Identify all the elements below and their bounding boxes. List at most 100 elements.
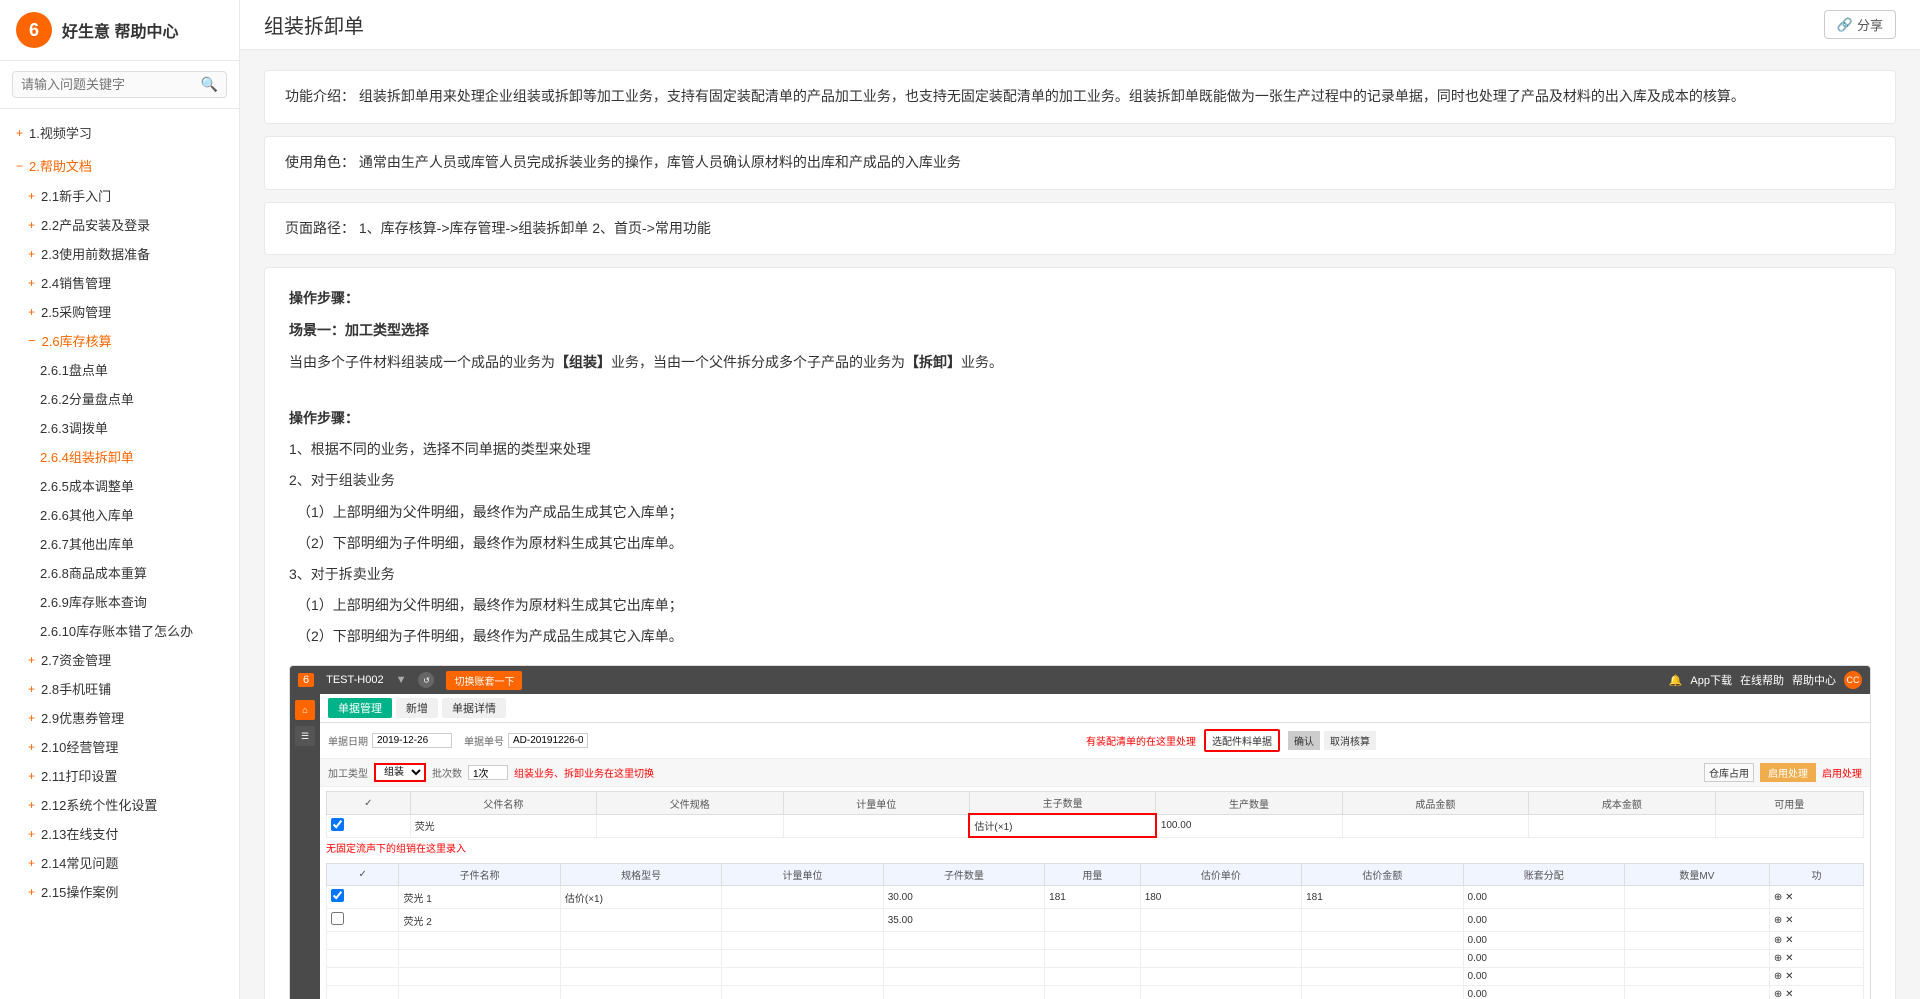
nav-item-261[interactable]: 2.6.1盘点单 <box>0 355 239 384</box>
sim-helpcenter-link[interactable]: 帮助中心 <box>1792 672 1836 688</box>
nav-sub-group-inventory[interactable]: − 2.6库存核算 <box>0 326 239 355</box>
nav-sub-coupon-label: 2.9优惠券管理 <box>41 708 124 727</box>
steps-main-title: 操作步骤： <box>289 288 1871 308</box>
sim-col-parent-name: 父件名称 <box>410 792 596 815</box>
path-block: 页面路径： 1、库存核算->库存管理->组装拆卸单 2、首页->常用功能 <box>264 202 1896 256</box>
sim-col-child-spec: 规格型号 <box>560 864 721 886</box>
nav-sub-group-funds[interactable]: + 2.7资金管理 <box>0 645 239 674</box>
sim-no-input[interactable] <box>508 733 588 748</box>
nav-sub-group-newcomer[interactable]: + 2.1新手入门 <box>0 181 239 210</box>
sim-col-qty: 主子数量 <box>969 792 1155 815</box>
nav-sub-group-data[interactable]: + 2.3使用前数据准备 <box>0 239 239 268</box>
logo-area: 6 好生意 帮助中心 <box>0 0 239 61</box>
sim-annotation2-btn[interactable]: 选配件料单据 <box>1204 729 1280 752</box>
nav-group-docs: − 2.帮助文档 + 2.1新手入门 + 2.2产品安装及登录 + 2.3使用前… <box>0 150 239 906</box>
sim-enable-btn[interactable]: 启用处理 <box>1760 763 1816 782</box>
main-area: 组装拆卸单 🔗 分享 功能介绍： 组装拆卸单用来处理企业组装或拆卸等加工业务，支… <box>240 0 1920 999</box>
nav-item-264[interactable]: 2.6.4组装拆卸单 <box>0 442 239 471</box>
nav-item-263[interactable]: 2.6.3调拨单 <box>0 413 239 442</box>
sim-topbar: 6 TEST-H002 ▼ ↺ 切换账套一下 🔔 App下载 在线帮助 帮助中心… <box>290 666 1870 694</box>
nav-sub-group-faq[interactable]: + 2.14常见问题 <box>0 848 239 877</box>
sim-nav-icon[interactable]: ☰ <box>295 726 315 746</box>
sim-col-check2: ✓ <box>327 864 399 886</box>
sim-tab-detail[interactable]: 单据详情 <box>442 698 506 718</box>
nav-sub-data-label: 2.3使用前数据准备 <box>41 244 150 263</box>
sim-help-link[interactable]: 在线帮助 <box>1740 672 1784 688</box>
step2-sub1: （1）上部明细为父件明细，最终作为产成品生成其它入库单； <box>289 500 1871 525</box>
nav-item-266[interactable]: 2.6.6其他入库单 <box>0 500 239 529</box>
sim-cell-parent-name: 荧光 <box>410 814 596 837</box>
nav-sub-install-label: 2.2产品安装及登录 <box>41 215 150 234</box>
nav-sub-inventory-label: 2.6库存核算 <box>42 331 112 350</box>
sim-col-mv: 数量MV <box>1624 864 1769 886</box>
share-button[interactable]: 🔗 分享 <box>1824 10 1896 39</box>
nav-item-262[interactable]: 2.6.2分量盘点单 <box>0 384 239 413</box>
sim-col-unit: 计量单位 <box>783 792 969 815</box>
sim-switch-btn[interactable]: 切换账套一下 <box>446 671 522 690</box>
sim-app-link[interactable]: App下载 <box>1690 672 1732 688</box>
sim-no-label: 单据单号 <box>464 733 504 748</box>
sim-company: TEST-H002 <box>326 674 383 686</box>
nav-sub-group-payment[interactable]: + 2.13在线支付 <box>0 819 239 848</box>
nav-item-2610[interactable]: 2.6.10库存账本错了怎么办 <box>0 616 239 645</box>
sim-type-select[interactable]: 组装 拆卸 <box>374 763 426 782</box>
nav-sub-newcomer-label: 2.1新手入门 <box>41 186 111 205</box>
sim-batch-label: 批次数 <box>432 765 462 780</box>
nav-sub-group-coupon[interactable]: + 2.9优惠券管理 <box>0 703 239 732</box>
plus-icon-7: + <box>28 653 35 667</box>
sim-annotation1-area: 有装配清单的在这里处理 选配件料单据 确认 取消核算 <box>600 729 1862 752</box>
step3-sub1: （1）上部明细为父件明细，最终作为原材料生成其它出库单； <box>289 593 1871 618</box>
sim-topbar-right: 🔔 App下载 在线帮助 帮助中心 CC <box>1669 671 1862 689</box>
table-row: 0.00⊕ ✕ <box>327 932 1864 950</box>
table-row: 0.00⊕ ✕ <box>327 968 1864 986</box>
nav-item-267[interactable]: 2.6.7其他出库单 <box>0 529 239 558</box>
search-box: 🔍 <box>12 71 227 98</box>
share-label: 分享 <box>1857 15 1883 34</box>
nav-sub-group-print[interactable]: + 2.11打印设置 <box>0 761 239 790</box>
nav-sub-group-install[interactable]: + 2.2产品安装及登录 <box>0 210 239 239</box>
sim-screen: 6 TEST-H002 ▼ ↺ 切换账套一下 🔔 App下载 在线帮助 帮助中心… <box>290 666 1870 999</box>
nav-sub-group-system[interactable]: + 2.12系统个性化设置 <box>0 790 239 819</box>
sidebar: 6 好生意 帮助中心 🔍 + 1.视频学习 − 2.帮助文档 + 2.1新手入 <box>0 0 240 999</box>
sim-cell-check[interactable] <box>327 814 411 837</box>
sim-warehouse-select[interactable]: 仓库占用 <box>1704 763 1754 782</box>
nav-sub-group-biz[interactable]: + 2.10经营管理 <box>0 732 239 761</box>
nav-sub-group-purchase[interactable]: + 2.5采购管理 <box>0 297 239 326</box>
sim-home-icon[interactable]: ⌂ <box>295 700 315 720</box>
sim-annotation5-text: 无固定流声下的组销在这里录入 <box>326 844 466 855</box>
logo-icon: 6 <box>16 12 52 48</box>
plus-icon-6: + <box>28 305 35 319</box>
sim-upper-table: ✓ 父件名称 父件规格 计量单位 主子数量 生产数量 成品金额 成本金额 <box>326 791 1864 838</box>
plus-icon-10: + <box>28 740 35 754</box>
sim-col-est-price: 估价单价 <box>1140 864 1301 886</box>
sim-lower-table: ✓ 子件名称 规格型号 计量单位 子件数量 用量 估价单价 估价金额 <box>326 863 1864 999</box>
nav-sub-mobile-label: 2.8手机旺铺 <box>41 679 111 698</box>
page-title: 组装拆卸单 <box>264 10 364 39</box>
sim-tab-manage[interactable]: 单据管理 <box>328 698 392 718</box>
nav-group-video-label: 1.视频学习 <box>29 123 92 142</box>
table-row: 荧光 估计(×1) 100.00 <box>327 814 1864 837</box>
steps-op-title: 操作步骤： <box>289 410 359 426</box>
nav-sub-group-cases[interactable]: + 2.15操作案例 <box>0 877 239 906</box>
step3-sub2: （2）下部明细为子件明细，最终作为产成品生成其它入库单。 <box>289 624 1871 649</box>
nav-item-268[interactable]: 2.6.8商品成本重算 <box>0 558 239 587</box>
sim-confirm-btn[interactable]: 确认 <box>1288 731 1320 750</box>
nav-item-269[interactable]: 2.6.9库存账本查询 <box>0 587 239 616</box>
sim-batch-input[interactable] <box>468 765 508 780</box>
sim-tab-new[interactable]: 新增 <box>396 698 438 718</box>
minus-icon: − <box>16 159 23 173</box>
plus-icon-14: + <box>28 856 35 870</box>
sim-date-input[interactable] <box>372 733 452 748</box>
plus-icon-5: + <box>28 276 35 290</box>
nav-sub-group-mobile[interactable]: + 2.8手机旺铺 <box>0 674 239 703</box>
nav-sub-group-sales[interactable]: + 2.4销售管理 <box>0 268 239 297</box>
nav-item-265[interactable]: 2.6.5成本调整单 <box>0 471 239 500</box>
nav-group-docs-title[interactable]: − 2.帮助文档 <box>0 150 239 181</box>
sim-cancel-btn[interactable]: 取消核算 <box>1324 731 1376 750</box>
sim-annotation4-text: 启用处理 <box>1822 765 1862 780</box>
search-icon[interactable]: 🔍 <box>201 76 218 93</box>
sim-cell-unit <box>783 814 969 837</box>
nav-group-video-title[interactable]: + 1.视频学习 <box>0 117 239 148</box>
nav-sub-funds-label: 2.7资金管理 <box>41 650 111 669</box>
search-input[interactable] <box>21 77 201 92</box>
